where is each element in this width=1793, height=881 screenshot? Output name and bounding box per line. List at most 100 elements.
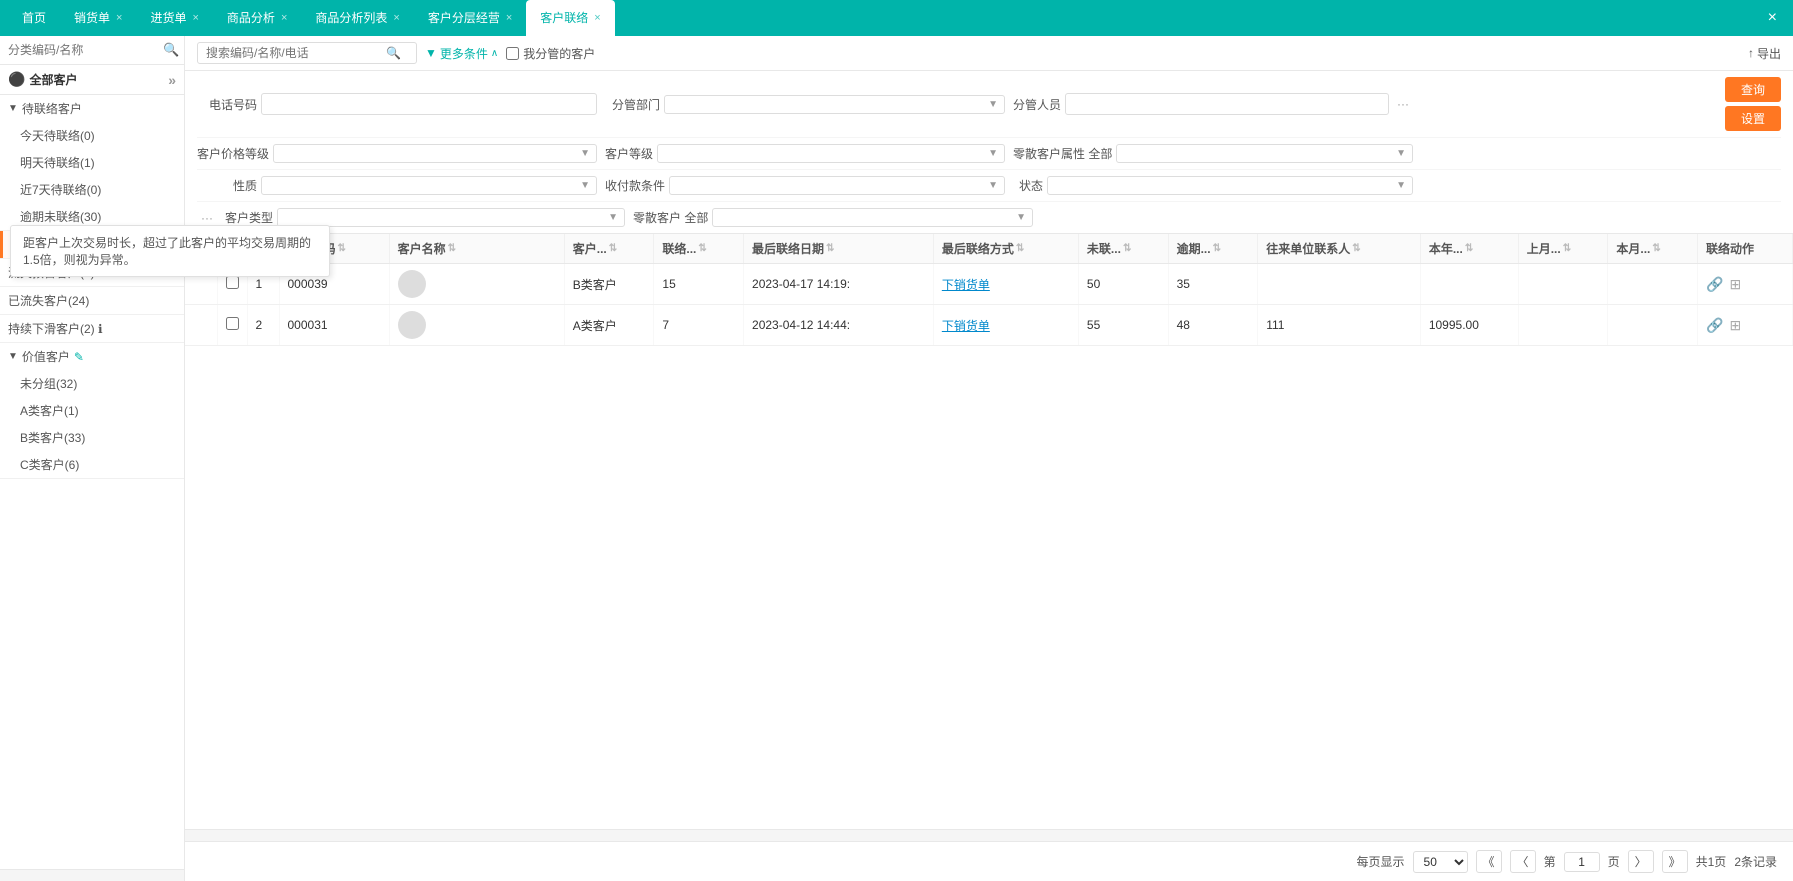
- filter-row-3: 性质 ▼ 收付款条件 ▼ 状态: [197, 170, 1781, 202]
- sidebar-all-customers[interactable]: ⚫ 全部客户 »: [0, 65, 184, 95]
- last-method-link-0[interactable]: 下销货单: [942, 278, 990, 292]
- left-bottom-scrollbar[interactable]: [0, 869, 184, 881]
- action-grid-icon-0[interactable]: ⊞: [1729, 276, 1741, 293]
- nav-product-list[interactable]: 商品分析列表 ×: [301, 0, 413, 36]
- action-link-icon-1[interactable]: 🔗: [1706, 317, 1723, 334]
- action-grid-icon-1[interactable]: ⊞: [1729, 317, 1741, 334]
- filter-phone-input[interactable]: [261, 93, 597, 115]
- th-name[interactable]: 客户名称 ⇅: [389, 234, 564, 264]
- th-overdue[interactable]: 逾期... ⇅: [1168, 234, 1258, 264]
- filter-row-1: 电话号码 分管部门 ▼ 分管人员 ··· 查询 设置: [197, 71, 1781, 138]
- window-close-button[interactable]: ×: [1760, 9, 1785, 27]
- th-type[interactable]: 客户... ⇅: [564, 234, 654, 264]
- tooltip-box: 距客户上次交易时长，超过了此客户的平均交易周期的1.5倍，则视为异常。: [10, 225, 185, 277]
- sidebar-item-class-c[interactable]: C类客户(6): [0, 451, 184, 478]
- sidebar-search-icon[interactable]: 🔍: [163, 42, 179, 58]
- action-link-icon-0[interactable]: 🔗: [1706, 276, 1723, 293]
- close-product-analysis-tab[interactable]: ×: [281, 0, 287, 36]
- close-customer-contact-tab[interactable]: ×: [594, 0, 600, 36]
- sidebar-collapse-icon[interactable]: »: [168, 72, 176, 88]
- sidebar-group-declining[interactable]: 持续下滑客户(2) ℹ: [0, 315, 184, 342]
- th-this-month[interactable]: 本月... ⇅: [1608, 234, 1698, 264]
- td-last-date-1: 2023-04-12 14:44:: [744, 305, 934, 346]
- td-last-method-1[interactable]: 下销货单: [933, 305, 1078, 346]
- sidebar-item-ungrouped[interactable]: 未分组(32): [0, 370, 184, 397]
- close-customer-segment-tab[interactable]: ×: [506, 0, 512, 36]
- search-icon[interactable]: 🔍: [386, 46, 401, 60]
- nav-home[interactable]: 首页: [8, 0, 60, 36]
- filter-payment-select[interactable]: ▼: [669, 176, 1005, 195]
- search-input[interactable]: [206, 46, 386, 60]
- avatar-0: [398, 270, 426, 298]
- nav-purchase[interactable]: 进货单 ×: [136, 0, 212, 36]
- more-filters-btn[interactable]: ▼ 更多条件 ∧: [425, 45, 498, 62]
- next-page-button[interactable]: 〉: [1628, 850, 1654, 873]
- filter-manager-input[interactable]: [1065, 93, 1389, 115]
- nav-customer-segment[interactable]: 客户分层经营 ×: [414, 0, 526, 36]
- sidebar-item-class-a[interactable]: A类客户(1): [0, 397, 184, 424]
- th-contact[interactable]: 联络... ⇅: [654, 234, 744, 264]
- close-purchase-tab[interactable]: ×: [192, 0, 198, 36]
- caret-icon: ∧: [491, 48, 498, 59]
- sidebar-item-class-b[interactable]: B类客户(33): [0, 424, 184, 451]
- nav-product-analysis[interactable]: 商品分析 ×: [213, 0, 301, 36]
- filter-retail-all-label: 零散客户 全部: [633, 209, 708, 226]
- ctype-caret-icon: ▼: [608, 212, 618, 223]
- sidebar-group-value[interactable]: ▼ 价值客户 ✎: [0, 343, 184, 370]
- sidebar-item-today[interactable]: 今天待联络(0): [0, 122, 184, 149]
- th-last-method[interactable]: 最后联络方式 ⇅: [933, 234, 1078, 264]
- td-last-method-0[interactable]: 下销货单: [933, 264, 1078, 305]
- filter-row-2: 客户价格等级 ▼ 客户等级 ▼ 零散客户属性 全部: [197, 138, 1781, 170]
- horizontal-scrollbar[interactable]: [185, 829, 1793, 841]
- row-checkbox-0[interactable]: [226, 276, 239, 289]
- last-method-link-1[interactable]: 下销货单: [942, 319, 990, 333]
- td-name-0: [389, 264, 564, 305]
- page-number-input[interactable]: [1564, 852, 1600, 872]
- last-page-button[interactable]: 》: [1662, 850, 1688, 873]
- filter-retail-attr-select[interactable]: ▼: [1116, 144, 1413, 163]
- sidebar-group-lost[interactable]: 已流失客户(24): [0, 287, 184, 314]
- filter-dept-select[interactable]: ▼: [664, 95, 1005, 114]
- th-this-year[interactable]: 本年... ⇅: [1420, 234, 1518, 264]
- retail-attr-caret-icon: ▼: [1396, 148, 1406, 159]
- td-unit-contact-0: [1258, 264, 1421, 305]
- nav-customer-contact[interactable]: 客户联络 ×: [526, 0, 614, 36]
- th-unit-contact[interactable]: 往来单位联系人 ⇅: [1258, 234, 1421, 264]
- filter-retail-all: 零散客户 全部 ▼: [633, 208, 1033, 227]
- filter-customer-type-select[interactable]: ▼: [277, 208, 625, 227]
- filter-retail-attr: 零散客户属性 全部 ▼: [1013, 144, 1413, 163]
- first-page-button[interactable]: 《: [1476, 850, 1502, 873]
- filter-nature-select[interactable]: ▼: [261, 176, 597, 195]
- prev-page-button[interactable]: 〈: [1510, 850, 1536, 873]
- filter-nature: 性质 ▼: [197, 176, 597, 195]
- page-label: 第: [1544, 853, 1556, 870]
- settings-button[interactable]: 设置: [1725, 106, 1781, 131]
- my-customer-checkbox[interactable]: 我分管的客户: [506, 45, 595, 62]
- avatar-1: [398, 311, 426, 339]
- sidebar-search-input[interactable]: [8, 43, 163, 57]
- filter-customer-level-select[interactable]: ▼: [657, 144, 1005, 163]
- row-checkbox-1[interactable]: [226, 317, 239, 330]
- th-no-contact[interactable]: 未联... ⇅: [1078, 234, 1168, 264]
- filter-retail-all-select[interactable]: ▼: [712, 208, 1033, 227]
- sidebar-item-7days[interactable]: 近7天待联络(0): [0, 176, 184, 203]
- value-group-edit-icon[interactable]: ✎: [74, 350, 84, 364]
- filter-more-dots[interactable]: ···: [197, 211, 217, 225]
- close-sales-tab[interactable]: ×: [116, 0, 122, 36]
- th-last-date[interactable]: 最后联络日期 ⇅: [744, 234, 934, 264]
- level-caret-icon: ▼: [988, 148, 998, 159]
- export-button[interactable]: ↑ 导出: [1748, 45, 1781, 62]
- filter-status-select[interactable]: ▼: [1047, 176, 1413, 195]
- close-product-list-tab[interactable]: ×: [393, 0, 399, 36]
- nav-sales[interactable]: 销货单 ×: [60, 0, 136, 36]
- filter-manager-dots[interactable]: ···: [1393, 97, 1413, 111]
- sidebar-item-tomorrow[interactable]: 明天待联络(1): [0, 149, 184, 176]
- sidebar-group-waiting[interactable]: ▼ 待联络客户: [0, 95, 184, 122]
- th-last-month[interactable]: 上月... ⇅: [1518, 234, 1608, 264]
- advanced-filters: 电话号码 分管部门 ▼ 分管人员 ··· 查询 设置: [185, 71, 1793, 234]
- my-customer-input[interactable]: [506, 47, 519, 60]
- export-icon: ↑: [1748, 46, 1754, 60]
- filter-price-level-select[interactable]: ▼: [273, 144, 597, 163]
- query-button[interactable]: 查询: [1725, 77, 1781, 102]
- per-page-select[interactable]: 50 100 200: [1413, 851, 1468, 873]
